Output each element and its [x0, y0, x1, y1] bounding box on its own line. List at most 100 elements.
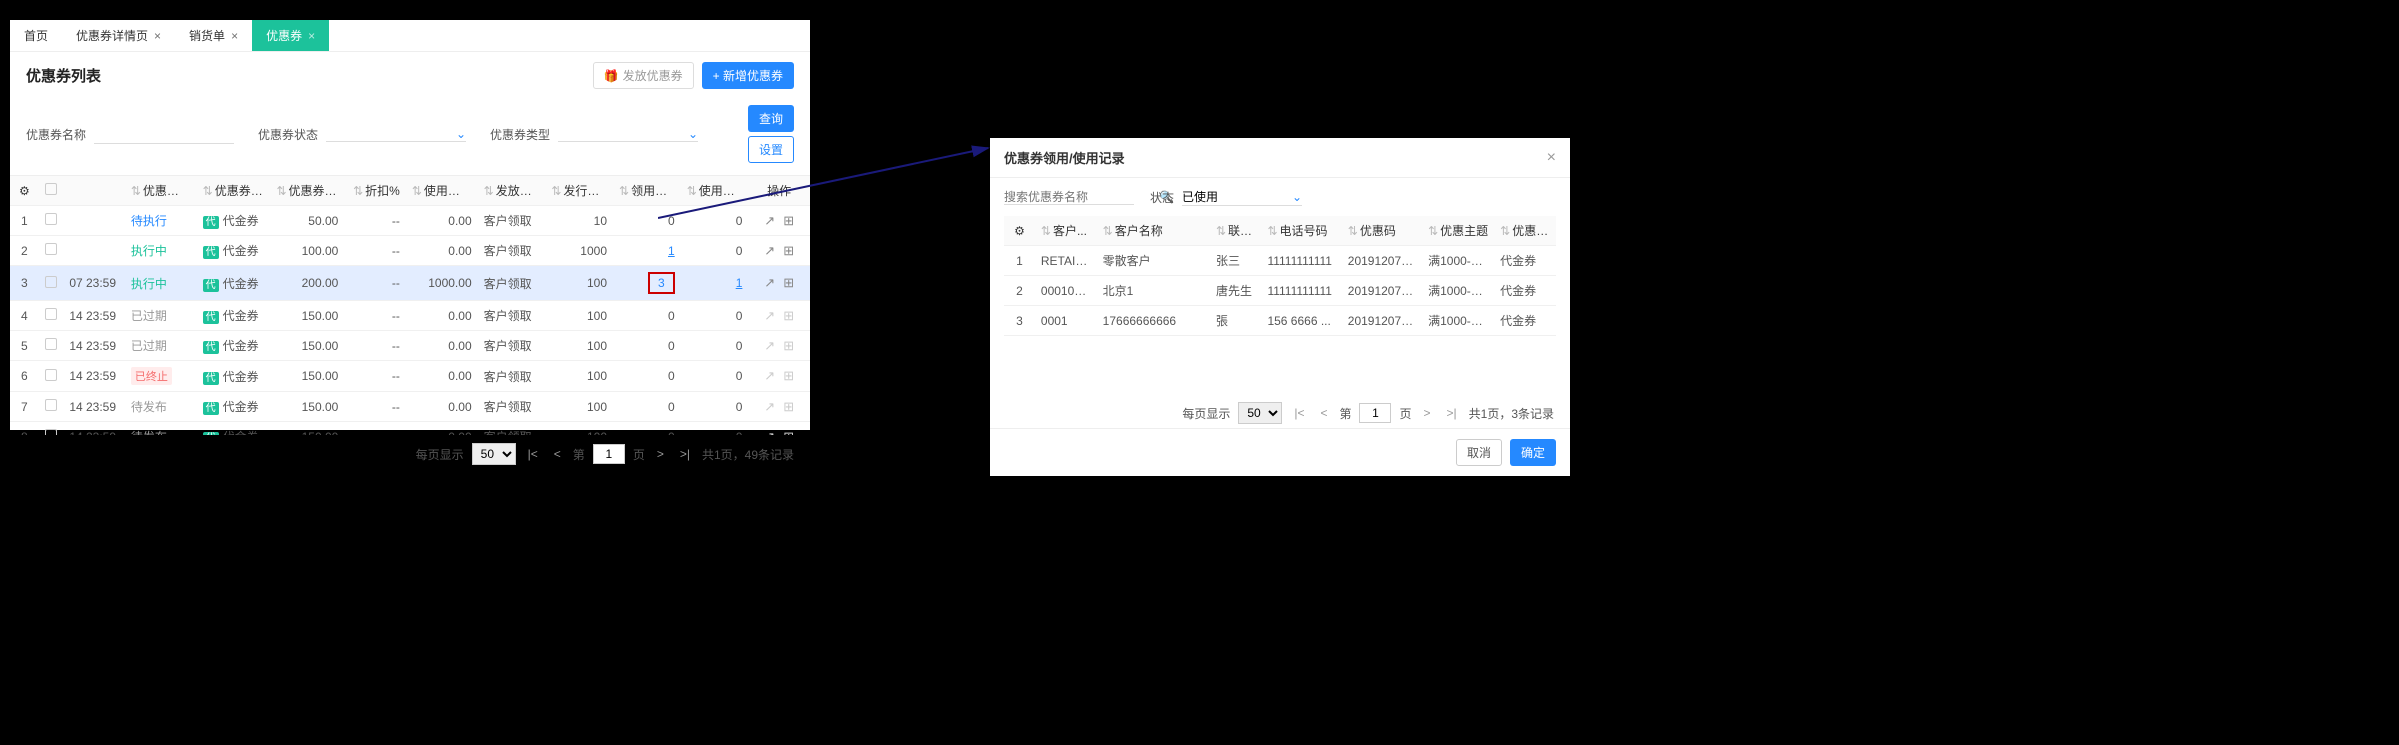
cell-used[interactable]: 0 — [681, 331, 749, 361]
share-icon[interactable]: ↗ — [764, 308, 775, 324]
row-checkbox[interactable] — [39, 266, 64, 301]
col-distribute[interactable]: ⇅发放方式 — [478, 176, 546, 206]
row-checkbox[interactable] — [39, 236, 64, 266]
table-row[interactable]: 5 14 23:59 已过期 代代金券 150.00 -- 0.00 客户领取 … — [10, 331, 810, 361]
first-page-button[interactable]: |< — [524, 447, 542, 461]
checkbox-col[interactable] — [39, 176, 64, 206]
row-checkbox[interactable] — [39, 392, 64, 422]
tab-detail[interactable]: 优惠券详情页× — [62, 20, 175, 51]
add-coupon-button[interactable]: + 新增优惠券 — [702, 62, 794, 89]
ok-button[interactable]: 确定 — [1510, 439, 1556, 466]
table-row[interactable]: 4 14 23:59 已过期 代代金券 150.00 -- 0.00 客户领取 … — [10, 301, 810, 331]
col-type[interactable]: ⇅优惠券类型 — [197, 176, 271, 206]
last-page-button[interactable]: >| — [676, 447, 694, 461]
row-index: 6 — [10, 361, 39, 392]
share-icon[interactable]: ↗ — [764, 243, 775, 259]
cell-subject: 满1000-100 — [1422, 276, 1494, 306]
col-threshold[interactable]: ⇅使用门槛... — [406, 176, 478, 206]
share-icon[interactable]: ↗ — [764, 399, 775, 415]
gear-col[interactable]: ⚙ — [10, 176, 39, 206]
close-icon[interactable]: × — [308, 29, 315, 43]
table-row[interactable]: 2 00010001 北京1 唐先生 11111111111 201912070… — [1004, 276, 1556, 306]
cell-claimed[interactable]: 0 — [613, 422, 681, 436]
status-value: 已使用 — [1182, 188, 1218, 205]
page-input[interactable] — [593, 444, 625, 464]
row-checkbox[interactable] — [39, 206, 64, 236]
next-page-button[interactable]: > — [653, 447, 668, 461]
table-row[interactable]: 7 14 23:59 待发布 代代金券 150.00 -- 0.00 客户领取 … — [10, 392, 810, 422]
page-input[interactable] — [1359, 403, 1391, 423]
first-page-button[interactable]: |< — [1290, 406, 1308, 420]
cell-used[interactable]: 0 — [681, 392, 749, 422]
cell-used[interactable]: 0 — [681, 361, 749, 392]
col-phone[interactable]: ⇅电话号码 — [1261, 216, 1341, 246]
row-checkbox[interactable] — [39, 301, 64, 331]
cell-claimed[interactable]: 0 — [613, 331, 681, 361]
modal-status-select[interactable]: 已使用 ⌄ — [1182, 188, 1302, 206]
close-icon[interactable]: × — [154, 29, 161, 43]
cell-claimed[interactable]: 3 — [613, 266, 681, 301]
col-time[interactable] — [63, 176, 125, 206]
tab-bar: 首页 优惠券详情页× 销货单× 优惠券× — [10, 20, 810, 52]
cell-used[interactable]: 0 — [681, 301, 749, 331]
table-row[interactable]: 8 14 23:59 待发布 代代金券 150.00 -- 0.00 客户领取 … — [10, 422, 810, 436]
qr-icon[interactable]: ⊞ — [783, 399, 794, 415]
share-icon[interactable]: ↗ — [764, 429, 775, 436]
share-icon[interactable]: ↗ — [764, 338, 775, 354]
table-row[interactable]: 2 执行中 代代金券 100.00 -- 0.00 客户领取 1000 1 0 … — [10, 236, 810, 266]
row-checkbox[interactable] — [39, 361, 64, 392]
cell-used[interactable]: 0 — [681, 236, 749, 266]
col-code[interactable]: ⇅客户... — [1035, 216, 1097, 246]
col-face[interactable]: ⇅优惠券面值 — [270, 176, 344, 206]
table-row[interactable]: 1 RETAIL... 零散客户 张三 11111111111 20191207… — [1004, 246, 1556, 276]
search-input[interactable] — [1004, 190, 1159, 204]
close-button[interactable]: × — [1547, 149, 1556, 167]
col-issued[interactable]: ⇅发行数量 — [545, 176, 613, 206]
share-icon[interactable]: ↗ — [764, 368, 775, 384]
qr-icon[interactable]: ⊞ — [783, 275, 794, 291]
col-status[interactable]: ⇅优惠券状态 — [125, 176, 197, 206]
share-icon[interactable]: ↗ — [764, 275, 775, 291]
cancel-button[interactable]: 取消 — [1456, 439, 1502, 466]
prev-page-button[interactable]: < — [1316, 406, 1331, 420]
query-button[interactable]: 查询 — [748, 105, 794, 132]
next-page-button[interactable]: > — [1420, 406, 1435, 420]
cell-used[interactable]: 1 — [681, 266, 749, 301]
col-name[interactable]: ⇅客户名称 — [1097, 216, 1210, 246]
cell-claimed[interactable]: 1 — [613, 236, 681, 266]
page-size-select[interactable]: 50 — [472, 443, 516, 465]
col-ccode[interactable]: ⇅优惠码 — [1342, 216, 1422, 246]
row-checkbox[interactable] — [39, 331, 64, 361]
close-icon[interactable]: × — [231, 29, 238, 43]
qr-icon[interactable]: ⊞ — [783, 308, 794, 324]
name-input[interactable] — [94, 125, 234, 144]
status-select[interactable]: ⌄ — [326, 127, 466, 142]
row-checkbox[interactable] — [39, 422, 64, 436]
page-size-select[interactable]: 50 — [1238, 402, 1282, 424]
cell-claimed[interactable]: 0 — [613, 392, 681, 422]
checkbox-icon — [45, 183, 57, 195]
qr-icon[interactable]: ⊞ — [783, 243, 794, 259]
col-ctype[interactable]: ⇅优惠券类... — [1494, 216, 1556, 246]
col-discount[interactable]: ⇅折扣% — [344, 176, 406, 206]
col-subject[interactable]: ⇅优惠主题 — [1422, 216, 1494, 246]
cell-used[interactable]: 0 — [681, 422, 749, 436]
tab-home[interactable]: 首页 — [10, 20, 62, 51]
table-row[interactable]: 3 07 23:59 执行中 代代金券 200.00 -- 1000.00 客户… — [10, 266, 810, 301]
gear-col[interactable]: ⚙ — [1004, 216, 1035, 246]
cell-face: 50.00 — [270, 206, 344, 236]
cell-claimed[interactable]: 0 — [613, 361, 681, 392]
col-contact[interactable]: ⇅联系人 — [1210, 216, 1261, 246]
tab-sales[interactable]: 销货单× — [175, 20, 252, 51]
row-index: 1 — [10, 206, 39, 236]
last-page-button[interactable]: >| — [1443, 406, 1461, 420]
issue-coupon-button[interactable]: 🎁发放优惠券 — [593, 62, 694, 89]
cell-claimed[interactable]: 0 — [613, 301, 681, 331]
qr-icon[interactable]: ⊞ — [783, 338, 794, 354]
tab-coupon[interactable]: 优惠券× — [252, 20, 329, 51]
table-row[interactable]: 6 14 23:59 已终止 代代金券 150.00 -- 0.00 客户领取 … — [10, 361, 810, 392]
prev-page-button[interactable]: < — [550, 447, 565, 461]
qr-icon[interactable]: ⊞ — [783, 368, 794, 384]
table-row[interactable]: 3 0001 17666666666 張 156 6666 ... 201912… — [1004, 306, 1556, 336]
qr-icon[interactable]: ⊞ — [783, 429, 794, 436]
